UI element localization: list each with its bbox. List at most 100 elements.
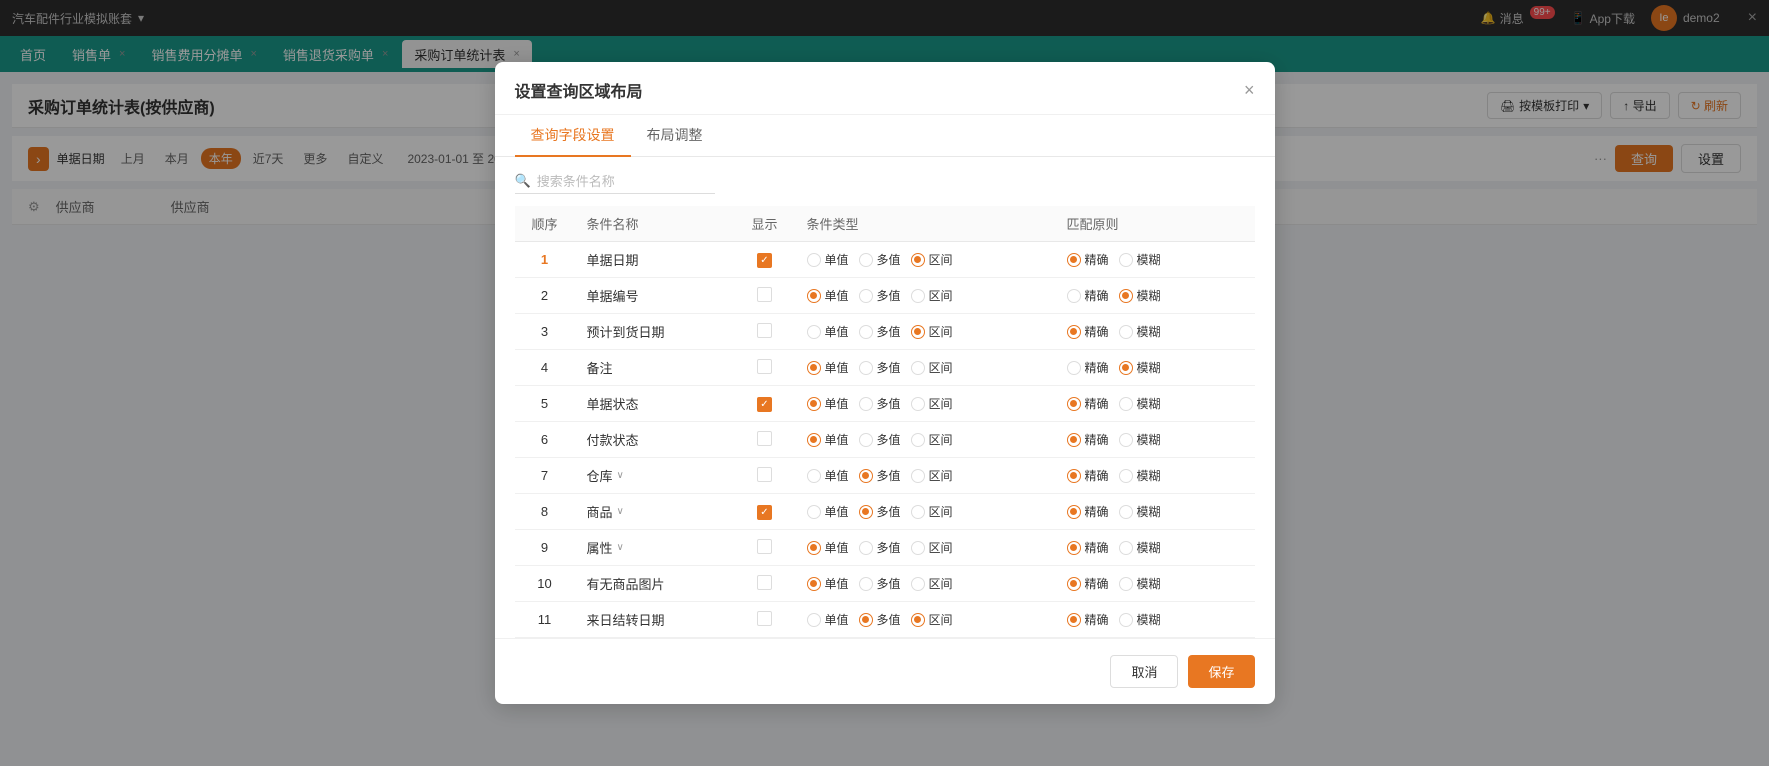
radio-label: 单值: [825, 575, 849, 592]
display-checkbox-cell[interactable]: [735, 242, 795, 278]
display-checkbox-cell[interactable]: [735, 602, 795, 638]
type-radio-item[interactable]: 单值: [807, 287, 849, 304]
type-radio-item[interactable]: 多值: [859, 539, 901, 556]
modal-overlay[interactable]: 设置查询区域布局 × 查询字段设置 布局调整 🔍 顺序: [0, 0, 1769, 766]
match-radio-item[interactable]: 模糊: [1119, 323, 1161, 340]
type-radio-item[interactable]: 单值: [807, 575, 849, 592]
type-radio-item[interactable]: 单值: [807, 503, 849, 520]
match-radio-item[interactable]: 精确: [1067, 287, 1109, 304]
type-radio-item[interactable]: 区间: [911, 323, 953, 340]
match-radio-label: 精确: [1085, 359, 1109, 376]
type-radio-item[interactable]: 多值: [859, 575, 901, 592]
display-checkbox-cell[interactable]: [735, 350, 795, 386]
match-radio-item[interactable]: 模糊: [1119, 575, 1161, 592]
match-radio-item[interactable]: 精确: [1067, 395, 1109, 412]
match-radio-item[interactable]: 模糊: [1119, 611, 1161, 628]
type-radio-item[interactable]: 多值: [859, 431, 901, 448]
match-radio-item[interactable]: 模糊: [1119, 251, 1161, 268]
type-radio-item[interactable]: 单值: [807, 539, 849, 556]
type-radio-item[interactable]: 多值: [859, 611, 901, 628]
dialog-close-button[interactable]: ×: [1244, 81, 1255, 99]
match-radio-item[interactable]: 模糊: [1119, 539, 1161, 556]
match-radio-circle: [1067, 469, 1081, 483]
match-radio-item[interactable]: 模糊: [1119, 359, 1161, 376]
display-checkbox-cell[interactable]: [735, 314, 795, 350]
display-checkbox[interactable]: [757, 467, 772, 482]
search-input[interactable]: [537, 174, 697, 189]
type-radio-item[interactable]: 区间: [911, 467, 953, 484]
match-radio-item[interactable]: 模糊: [1119, 287, 1161, 304]
display-checkbox[interactable]: [757, 575, 772, 590]
type-radio-item[interactable]: 单值: [807, 467, 849, 484]
type-radio-item[interactable]: 区间: [911, 503, 953, 520]
type-radio-item[interactable]: 多值: [859, 503, 901, 520]
match-radio-item[interactable]: 精确: [1067, 431, 1109, 448]
type-radio-item[interactable]: 单值: [807, 251, 849, 268]
type-radio-item[interactable]: 区间: [911, 539, 953, 556]
display-checkbox[interactable]: [757, 287, 772, 302]
match-radio-item[interactable]: 精确: [1067, 359, 1109, 376]
display-checkbox[interactable]: [757, 253, 772, 268]
type-radio-cell: 单值多值区间: [795, 422, 1055, 458]
display-checkbox[interactable]: [757, 611, 772, 626]
radio-label: 区间: [929, 251, 953, 268]
display-checkbox[interactable]: [757, 539, 772, 554]
type-radio-item[interactable]: 多值: [859, 359, 901, 376]
type-radio-item[interactable]: 单值: [807, 395, 849, 412]
type-radio-item[interactable]: 单值: [807, 359, 849, 376]
display-checkbox-cell[interactable]: [735, 386, 795, 422]
match-radio-label: 精确: [1085, 323, 1109, 340]
type-radio-cell: 单值多值区间: [795, 602, 1055, 638]
match-radio-item[interactable]: 模糊: [1119, 395, 1161, 412]
match-radio-item[interactable]: 精确: [1067, 539, 1109, 556]
save-button[interactable]: 保存: [1188, 655, 1254, 688]
seq-cell: 1: [515, 242, 575, 278]
type-radio-item[interactable]: 区间: [911, 575, 953, 592]
tab-layout-adjust[interactable]: 布局调整: [631, 115, 719, 157]
display-checkbox-cell[interactable]: [735, 530, 795, 566]
type-radio-item[interactable]: 区间: [911, 611, 953, 628]
display-checkbox[interactable]: [757, 359, 772, 374]
type-radio-item[interactable]: 多值: [859, 395, 901, 412]
type-radio-item[interactable]: 区间: [911, 251, 953, 268]
type-radio-item[interactable]: 单值: [807, 323, 849, 340]
table-row: 8商品∨单值多值区间精确模糊: [515, 494, 1255, 530]
display-checkbox-cell[interactable]: [735, 458, 795, 494]
tab-query-fields[interactable]: 查询字段设置: [515, 115, 631, 157]
display-checkbox[interactable]: [757, 431, 772, 446]
match-radio-item[interactable]: 模糊: [1119, 431, 1161, 448]
radio-circle: [911, 397, 925, 411]
type-radio-item[interactable]: 多值: [859, 323, 901, 340]
type-radio-item[interactable]: 单值: [807, 431, 849, 448]
type-radio-item[interactable]: 区间: [911, 431, 953, 448]
match-radio-circle: [1067, 325, 1081, 339]
match-radio-label: 模糊: [1137, 395, 1161, 412]
display-checkbox-cell[interactable]: [735, 278, 795, 314]
display-checkbox-cell[interactable]: [735, 566, 795, 602]
display-checkbox[interactable]: [757, 397, 772, 412]
type-radio-item[interactable]: 区间: [911, 287, 953, 304]
type-radio-item[interactable]: 区间: [911, 395, 953, 412]
match-radio-item[interactable]: 精确: [1067, 251, 1109, 268]
match-radio-item[interactable]: 精确: [1067, 467, 1109, 484]
type-radio-item[interactable]: 多值: [859, 251, 901, 268]
display-checkbox[interactable]: [757, 323, 772, 338]
match-radio-item[interactable]: 精确: [1067, 611, 1109, 628]
match-radio-item[interactable]: 精确: [1067, 503, 1109, 520]
cancel-button[interactable]: 取消: [1110, 655, 1178, 688]
match-radio-item[interactable]: 模糊: [1119, 503, 1161, 520]
match-radio-item[interactable]: 精确: [1067, 323, 1109, 340]
type-radio-item[interactable]: 多值: [859, 467, 901, 484]
match-radio-item[interactable]: 模糊: [1119, 467, 1161, 484]
match-radio-item[interactable]: 精确: [1067, 575, 1109, 592]
type-radio-item[interactable]: 多值: [859, 287, 901, 304]
display-checkbox-cell[interactable]: [735, 422, 795, 458]
type-radio-item[interactable]: 单值: [807, 611, 849, 628]
search-icon: 🔍: [515, 173, 531, 189]
match-radio-circle: [1067, 613, 1081, 627]
type-radio-cell: 单值多值区间: [795, 566, 1055, 602]
type-radio-item[interactable]: 区间: [911, 359, 953, 376]
display-checkbox[interactable]: [757, 505, 772, 520]
type-radio-group: 单值多值区间: [807, 395, 1043, 412]
display-checkbox-cell[interactable]: [735, 494, 795, 530]
